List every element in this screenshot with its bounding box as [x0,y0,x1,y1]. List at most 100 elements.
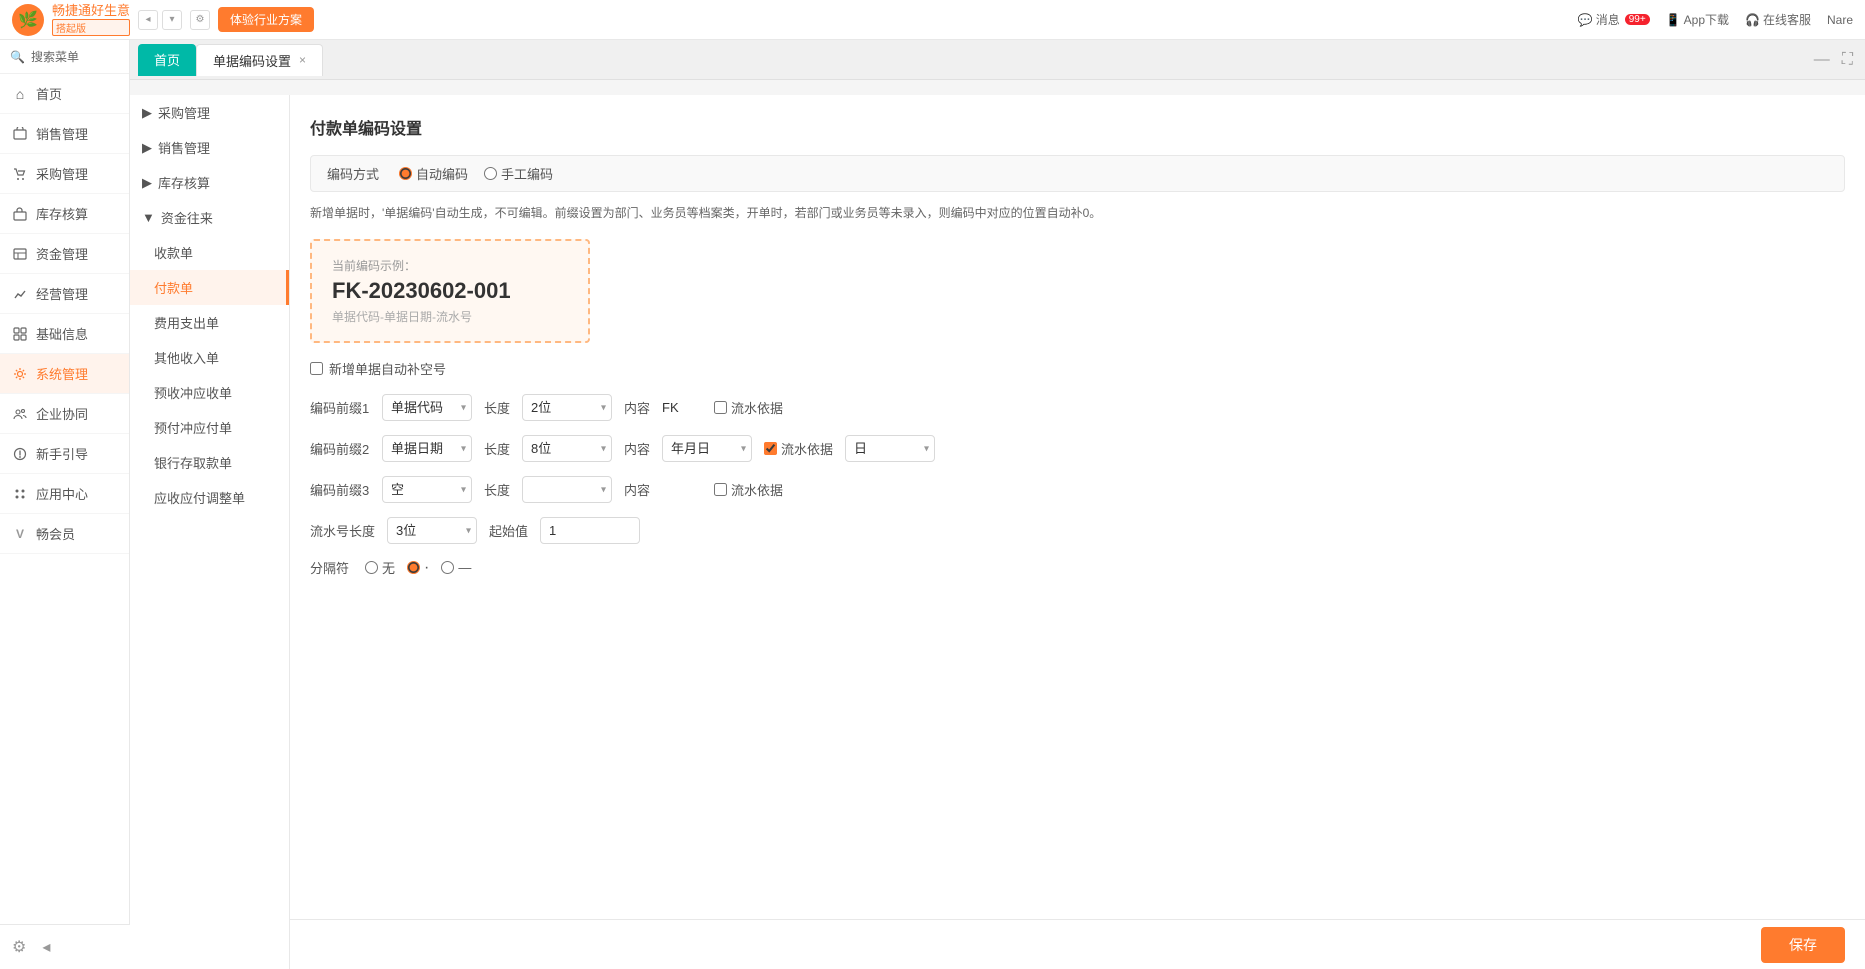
prefix2-label: 编码前缀2 [310,439,370,458]
page-title: 付款单编码设置 [310,115,1845,139]
prefix1-label: 编码前缀1 [310,398,370,417]
group-purchase-title[interactable]: ▶ 采购管理 [130,95,289,130]
prefix2-length-wrapper: 8位 4位 6位 [522,435,612,462]
second-sidebar-item-other-income[interactable]: 其他收入单 [130,340,289,375]
app-download-btn[interactable]: 📱 App下载 [1666,11,1729,28]
group-purchase: ▶ 采购管理 [130,95,289,130]
collapse-btn[interactable]: ◂ [38,933,54,961]
sidebar-item-apps[interactable]: 应用中心 [0,474,129,514]
enterprise-icon [12,406,28,422]
sidebar-item-inventory[interactable]: 库存核算 [0,194,129,234]
guide-icon [12,446,28,462]
prefix2-length-select[interactable]: 8位 4位 6位 [522,435,612,462]
prefix3-serial-label: 流水依据 [731,480,783,499]
code-method-bar: 编码方式 自动编码 手工编码 [310,155,1845,192]
code-method-options: 自动编码 手工编码 [399,164,553,183]
prefix2-serial-checkbox[interactable] [764,442,777,455]
prefix1-select[interactable]: 单据代码 部门 业务员 空 [382,394,472,421]
sidebar-item-guide[interactable]: 新手引导 [0,434,129,474]
prefix2-period-select[interactable]: 日 月 年 [845,435,935,462]
second-sidebar-item-advance-pay[interactable]: 预付冲应付单 [130,410,289,445]
sidebar-item-home[interactable]: ⌂ 首页 [0,74,129,114]
separator-dot-radio[interactable] [407,561,420,574]
sidebar-item-home-label: 首页 [36,84,62,103]
second-sidebar-item-adjust[interactable]: 应收应付调整单 [130,480,289,515]
second-sidebar-item-bank-deposit[interactable]: 银行存取款单 [130,445,289,480]
prefix1-serial-checkbox[interactable] [714,401,727,414]
preview-sub: 单据代码-单据日期-流水号 [332,308,568,325]
prefix2-period-wrapper: 日 月 年 [845,435,935,462]
settings-icon[interactable]: ⚙ [190,10,210,30]
settings-bottom-btn[interactable]: ⚙ [8,933,30,961]
auto-fill-checkbox[interactable] [310,362,323,375]
sidebar-item-purchase[interactable]: 采购管理 [0,154,129,194]
nav-back[interactable]: ◂ [138,10,158,30]
inventory-icon [12,206,28,222]
sidebar-item-finance-label: 资金管理 [36,244,88,263]
system-icon [12,366,28,382]
second-sidebar-item-advance-receive[interactable]: 预收冲应收单 [130,375,289,410]
group-capital: ▼ 资金往来 收款单 付款单 费用支出单 其他收入单 预收冲应收单 预付冲应付单… [130,200,289,515]
separator-none-radio[interactable] [365,561,378,574]
group-inventory: ▶ 库存核算 [130,165,289,200]
sidebar-item-operations[interactable]: 经营管理 [0,274,129,314]
group-inventory-title[interactable]: ▶ 库存核算 [130,165,289,200]
purchase-icon [12,166,28,182]
tab-close-icon[interactable]: × [299,53,306,67]
separator-dash-option[interactable]: — [441,560,471,575]
prefix1-length-select[interactable]: 2位 3位 4位 [522,394,612,421]
main-content: 付款单编码设置 编码方式 自动编码 手工编码 新增单据时，'单据编码'自动生成，… [290,95,1865,929]
auto-fill-row: 新增单据自动补空号 [310,359,1845,378]
sidebar-search[interactable]: 🔍 搜索菜单 [0,40,129,74]
manual-code-radio[interactable] [484,167,497,180]
tab-minimize-btn[interactable]: — [1810,47,1834,73]
sidebar-item-inventory-label: 库存核算 [36,204,88,223]
tab-current-label: 单据编码设置 [213,51,291,70]
group-capital-title[interactable]: ▼ 资金往来 [130,200,289,235]
prefix3-select[interactable]: 空 单据代码 部门 业务员 [382,476,472,503]
trial-btn[interactable]: 体验行业方案 [218,7,314,32]
save-button[interactable]: 保存 [1761,927,1845,963]
separator-options: 无 · — [365,558,471,577]
online-service-btn[interactable]: 🎧 在线客服 [1745,11,1811,28]
sidebar-item-finance[interactable]: 资金管理 [0,234,129,274]
prefix2-serial: 流水依据 [764,439,833,458]
sidebar-item-system[interactable]: 系统管理 [0,354,129,394]
separator-dot-option[interactable]: · [407,559,429,577]
code-method-label: 编码方式 [327,164,379,183]
second-sidebar-item-expense[interactable]: 费用支出单 [130,305,289,340]
separator-dash-label: — [458,560,471,575]
prefix2-serial-label: 流水依据 [781,439,833,458]
tab-home[interactable]: 首页 [138,44,196,76]
sidebar-item-enterprise[interactable]: 企业协同 [0,394,129,434]
auto-code-option[interactable]: 自动编码 [399,164,468,183]
sidebar-item-sales[interactable]: 销售管理 [0,114,129,154]
auto-code-radio[interactable] [399,167,412,180]
message-btn[interactable]: 💬 消息 99+ [1578,11,1650,28]
second-sidebar-item-payment[interactable]: 付款单 [130,270,289,305]
tab-maximize-btn[interactable]: ⛶ [1838,47,1857,73]
second-sidebar-item-receipt[interactable]: 收款单 [130,235,289,270]
prefix1-serial-label: 流水依据 [731,398,783,417]
serial-length-select[interactable]: 3位 4位 5位 [387,517,477,544]
group-sales-title[interactable]: ▶ 销售管理 [130,130,289,165]
prefix3-serial-checkbox[interactable] [714,483,727,496]
tab-current[interactable]: 单据编码设置 × [196,44,323,76]
sidebar-item-basic[interactable]: 基础信息 [0,314,129,354]
nav-forward[interactable]: ▾ [162,10,182,30]
separator-none-option[interactable]: 无 [365,558,395,577]
prefix3-length-select[interactable]: 2位 4位 [522,476,612,503]
prefix2-select-wrapper: 单据日期 部门 业务员 空 [382,435,472,462]
separator-dash-radio[interactable] [441,561,454,574]
operations-icon [12,286,28,302]
left-sidebar: 🔍 搜索菜单 ⌂ 首页 销售管理 采购管理 库存核算 资金管理 经营管理 [0,40,130,969]
manual-code-option[interactable]: 手工编码 [484,164,553,183]
message-label: 消息 [1596,11,1620,28]
preview-label: 当前编码示例： [332,257,568,274]
sidebar-item-member[interactable]: V 畅会员 [0,514,129,554]
prefix2-content-select[interactable]: 年月日 年月 年 [662,435,752,462]
prefix3-content-label: 内容 [624,480,650,499]
manual-code-label: 手工编码 [501,164,553,183]
prefix2-select[interactable]: 单据日期 部门 业务员 空 [382,435,472,462]
serial-start-input[interactable] [540,517,640,544]
